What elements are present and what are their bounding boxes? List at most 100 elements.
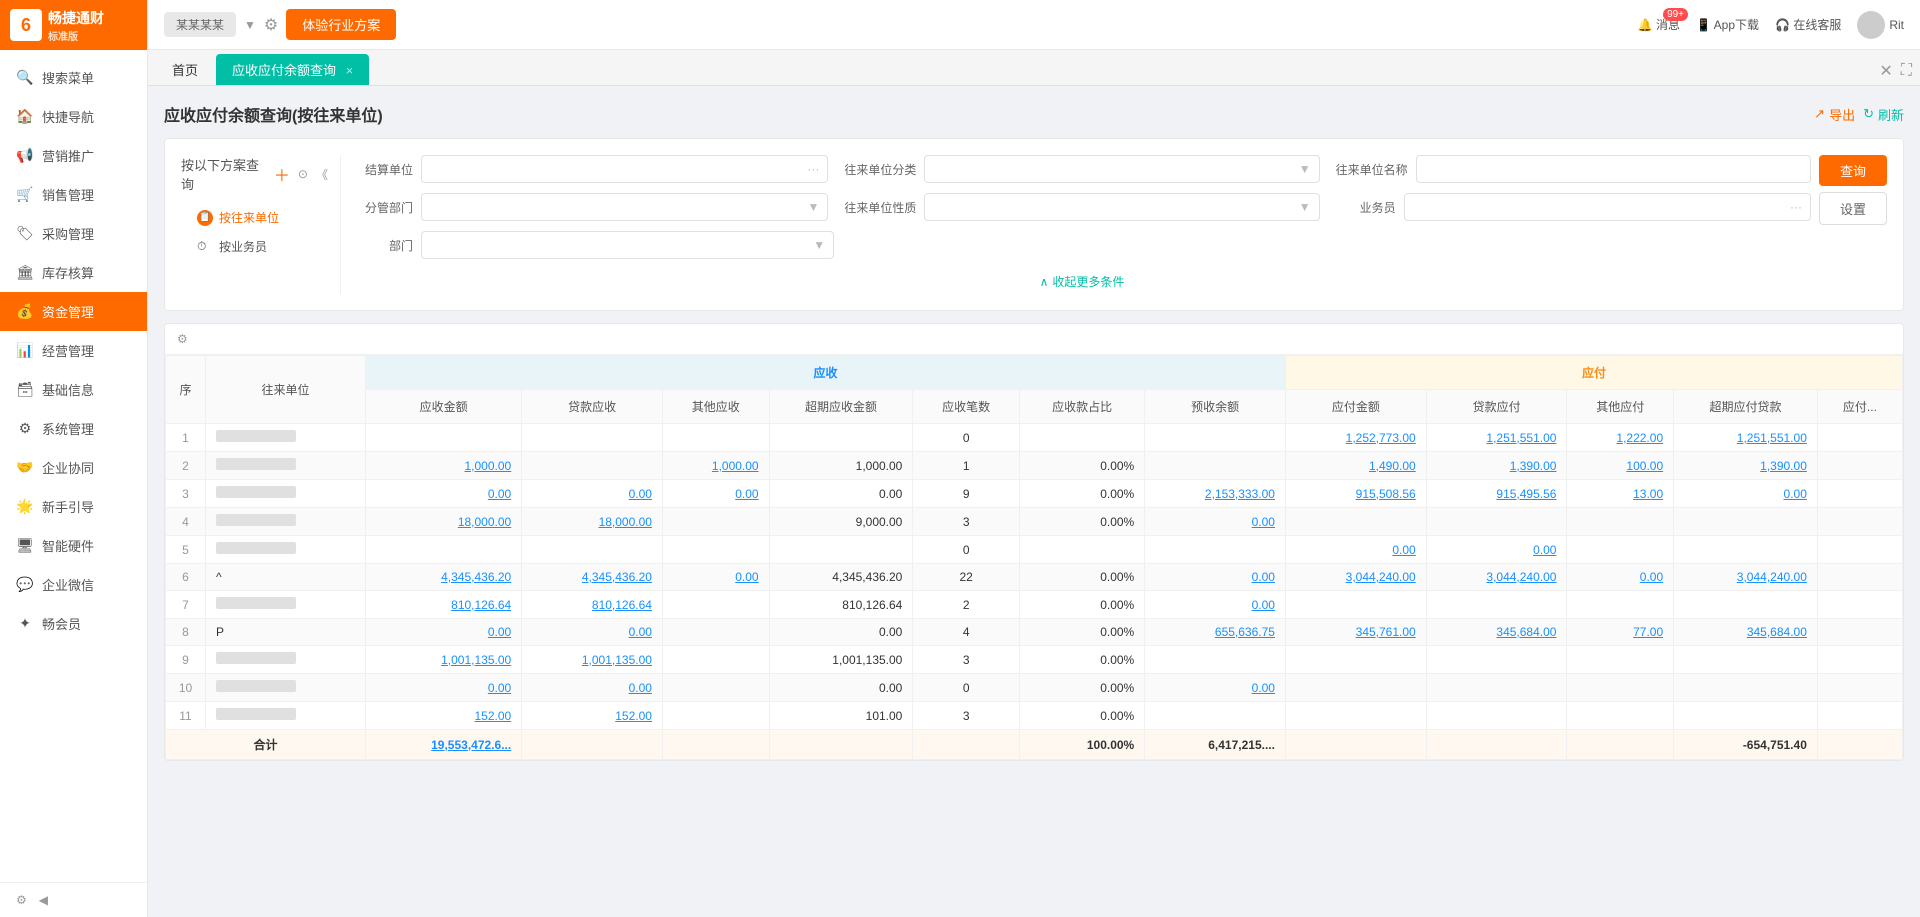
sidebar-collapse-icon[interactable]: ◀: [39, 893, 48, 907]
cell-link[interactable]: 1,001,135.00: [441, 653, 511, 667]
partner-nature-input[interactable]: ▼: [924, 193, 1319, 221]
cell-link[interactable]: 810,126.64: [451, 598, 511, 612]
cell-link[interactable]: 1,251,551.00: [1486, 431, 1556, 445]
cell-link[interactable]: 0.00: [1252, 681, 1275, 695]
user-area[interactable]: Rit: [1857, 11, 1904, 39]
settlement-unit-input[interactable]: ···: [421, 155, 828, 183]
partner-name-input[interactable]: [1416, 155, 1811, 183]
filter-option-by-partner[interactable]: 📋 按往来单位: [189, 205, 328, 230]
cell-link[interactable]: 0.00: [1640, 570, 1663, 584]
sidebar-item-quicknav[interactable]: 🏠 快捷导航: [0, 97, 147, 136]
sidebar-settings-icon[interactable]: ⚙: [16, 893, 27, 907]
cell-link[interactable]: 0.00: [629, 681, 652, 695]
cell-link[interactable]: 345,684.00: [1496, 625, 1556, 639]
cell-link[interactable]: 4,345,436.20: [582, 570, 652, 584]
table-cell: 4,345,436.20: [366, 564, 522, 591]
salesman-input[interactable]: ···: [1404, 193, 1811, 221]
cell-link[interactable]: 1,000.00: [464, 459, 511, 473]
filter-collapse-left-icon[interactable]: 《: [316, 166, 328, 183]
tab-balance-query[interactable]: 应收应付余额查询 ×: [216, 54, 369, 85]
sidebar-item-wechat[interactable]: 💬 企业微信: [0, 565, 147, 604]
cell-link[interactable]: 0.00: [488, 487, 511, 501]
cell-link[interactable]: 1,001,135.00: [582, 653, 652, 667]
cell-link[interactable]: 77.00: [1633, 625, 1663, 639]
cell-link[interactable]: 1,222.00: [1616, 431, 1663, 445]
sidebar-item-marketing[interactable]: 📢 营销推广: [0, 136, 147, 175]
cell-link[interactable]: 1,390.00: [1760, 459, 1807, 473]
cell-link[interactable]: 810,126.64: [592, 598, 652, 612]
cell-link[interactable]: 0.00: [735, 570, 758, 584]
cell-link[interactable]: 0.00: [1392, 543, 1415, 557]
table-cell: 3: [166, 480, 206, 508]
cell-link[interactable]: 1,252,773.00: [1346, 431, 1416, 445]
cell-link[interactable]: 0.00: [1784, 487, 1807, 501]
cell-link[interactable]: 0.00: [1252, 515, 1275, 529]
export-button[interactable]: ↗ 导出: [1814, 105, 1855, 124]
branch-dept-input[interactable]: ▼: [421, 193, 828, 221]
cell-link[interactable]: 345,684.00: [1747, 625, 1807, 639]
header-settings-icon[interactable]: ⚙: [264, 15, 278, 35]
cell-link[interactable]: 18,000.00: [458, 515, 511, 529]
filter-option-by-salesman[interactable]: ⏱ 按业务员: [189, 234, 328, 259]
cell-link[interactable]: 915,495.56: [1496, 487, 1556, 501]
cell-link[interactable]: 0.00: [629, 625, 652, 639]
sidebar-item-basic[interactable]: 🗃 基础信息: [0, 370, 147, 409]
sidebar-item-system[interactable]: ⚙ 系统管理: [0, 409, 147, 448]
cell-link[interactable]: 915,508.56: [1356, 487, 1416, 501]
tab-expand-btn[interactable]: ⛶: [1901, 62, 1912, 80]
dept-input[interactable]: ▼: [421, 231, 834, 259]
cell-link[interactable]: 152.00: [615, 709, 652, 723]
partner-category-input[interactable]: ▼: [924, 155, 1319, 183]
company-name[interactable]: 某某某某: [164, 12, 236, 37]
cell-link[interactable]: 0.00: [488, 681, 511, 695]
dropdown-arrow-icon[interactable]: ▼: [244, 18, 256, 32]
tab-close-btn[interactable]: ✕: [1879, 61, 1892, 81]
online-service-button[interactable]: 🎧 在线客服: [1775, 16, 1841, 33]
cell-link[interactable]: 1,490.00: [1369, 459, 1416, 473]
filter-settings-icon[interactable]: ⊙: [298, 167, 308, 181]
cell-link[interactable]: 3,044,240.00: [1486, 570, 1556, 584]
settings-button[interactable]: 设置: [1819, 192, 1887, 225]
cell-link[interactable]: 100.00: [1626, 459, 1663, 473]
cell-link[interactable]: 18,000.00: [599, 515, 652, 529]
sidebar-item-finance[interactable]: 💰 资金管理: [0, 292, 147, 331]
cell-link[interactable]: 0.00: [735, 487, 758, 501]
sidebar-item-member[interactable]: ✦ 畅会员: [0, 604, 147, 643]
cell-link[interactable]: 345,761.00: [1356, 625, 1416, 639]
filter-add-icon[interactable]: ＋: [274, 162, 290, 186]
industry-solution-button[interactable]: 体验行业方案: [286, 9, 396, 40]
tab-home[interactable]: 首页: [156, 54, 214, 85]
sidebar-item-hardware[interactable]: 🖥 智能硬件: [0, 526, 147, 565]
cell-link[interactable]: 1,390.00: [1510, 459, 1557, 473]
cell-link[interactable]: 13.00: [1633, 487, 1663, 501]
app-download-button[interactable]: 📱 App下载: [1696, 16, 1759, 33]
sidebar-item-guide[interactable]: 🌟 新手引导: [0, 487, 147, 526]
sidebar-item-inventory[interactable]: 🏛 库存核算: [0, 253, 147, 292]
cell-link[interactable]: 1,000.00: [712, 459, 759, 473]
cell-link[interactable]: 152.00: [475, 709, 512, 723]
table-cell: [522, 452, 663, 480]
filter-collapse-button[interactable]: ∧ 收起更多条件: [353, 269, 1811, 294]
sidebar-item-operation[interactable]: 📊 经营管理: [0, 331, 147, 370]
tab-close-icon[interactable]: ×: [346, 63, 354, 78]
cell-link[interactable]: 655,636.75: [1215, 625, 1275, 639]
query-button[interactable]: 查询: [1819, 155, 1887, 186]
cell-link[interactable]: 0.00: [1252, 598, 1275, 612]
cell-link[interactable]: 0.00: [629, 487, 652, 501]
sidebar-item-sales[interactable]: 🛒 销售管理: [0, 175, 147, 214]
cell-link[interactable]: 2,153,333.00: [1205, 487, 1275, 501]
message-button[interactable]: 🔔 消息 99+: [1638, 16, 1680, 33]
filter-title: 按以下方案查询: [181, 155, 266, 193]
sidebar-item-search[interactable]: 🔍 搜索菜单: [0, 58, 147, 97]
cell-link[interactable]: 1,251,551.00: [1737, 431, 1807, 445]
cell-link[interactable]: 3,044,240.00: [1737, 570, 1807, 584]
cell-link[interactable]: 4,345,436.20: [441, 570, 511, 584]
cell-link[interactable]: 3,044,240.00: [1346, 570, 1416, 584]
cell-link[interactable]: 0.00: [488, 625, 511, 639]
table-settings-icon[interactable]: ⚙: [177, 332, 188, 346]
refresh-button[interactable]: ↻ 刷新: [1863, 105, 1904, 124]
sidebar-item-corp[interactable]: 🤝 企业协同: [0, 448, 147, 487]
cell-link[interactable]: 0.00: [1252, 570, 1275, 584]
cell-link[interactable]: 0.00: [1533, 543, 1556, 557]
sidebar-item-purchase[interactable]: 🏷 采购管理: [0, 214, 147, 253]
